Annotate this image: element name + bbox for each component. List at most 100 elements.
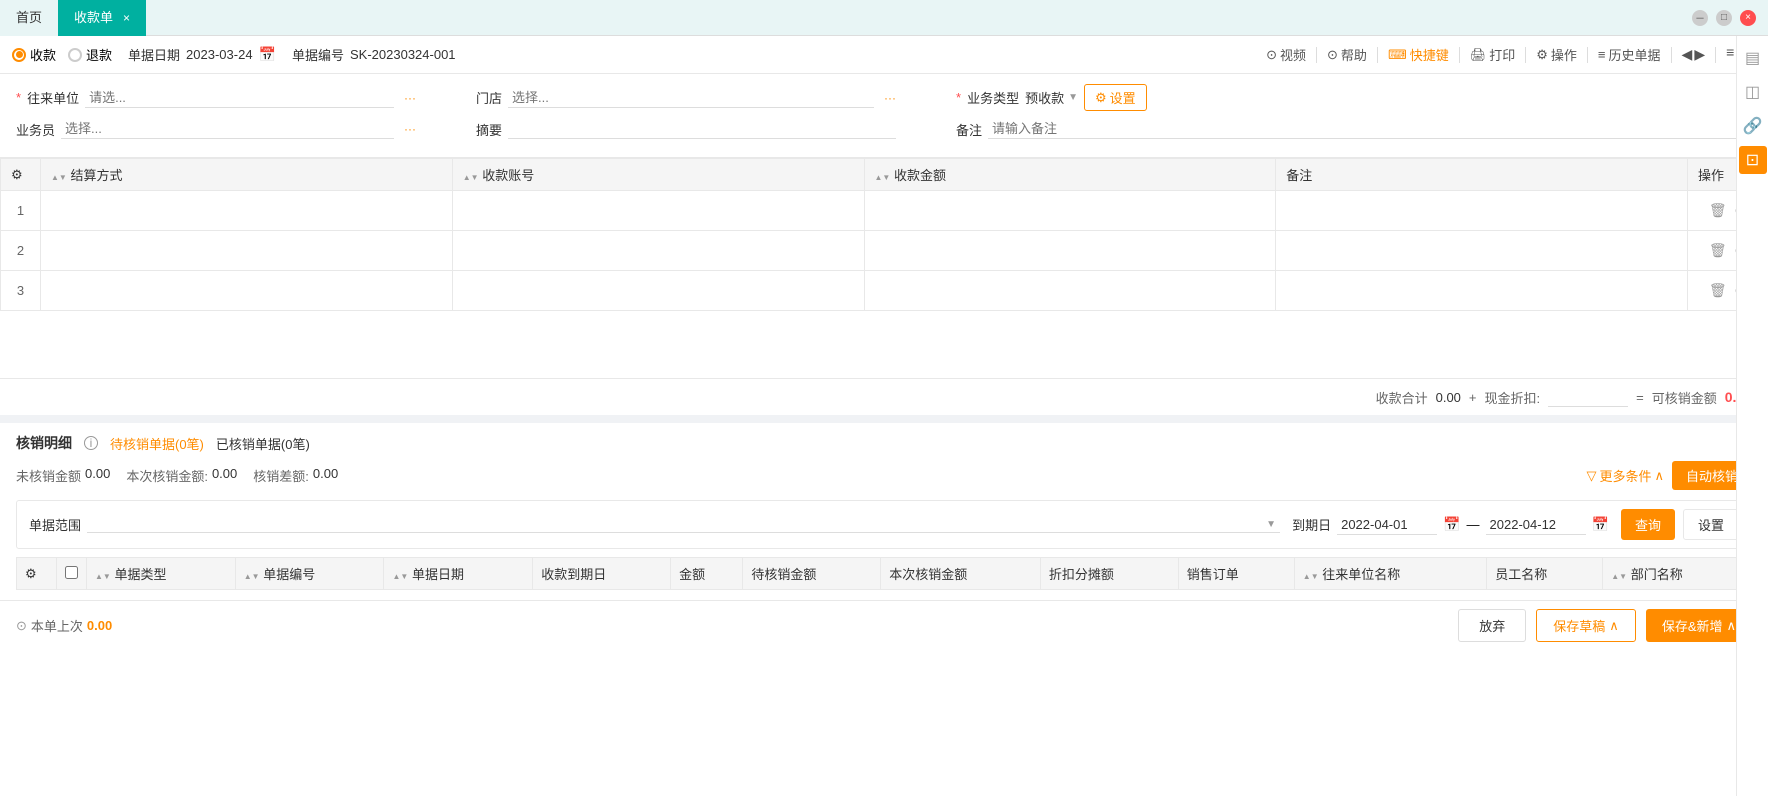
delete-row-3-btn[interactable]: 🗑 [1709, 282, 1727, 298]
date-value: 2023-03-24 [186, 47, 253, 62]
note-3[interactable] [1276, 271, 1687, 310]
hexiao-info-icon[interactable]: i [84, 436, 98, 450]
account-3[interactable] [453, 271, 864, 310]
done-tab[interactable]: 已核销单据(0笔) [216, 434, 310, 453]
video-icon: ⊙ [1266, 47, 1277, 63]
bottom-col-sales-order: 销售订单 [1178, 558, 1294, 590]
refund-radio[interactable]: 退款 [68, 45, 112, 64]
bottom-col-partner: ▲▼ 往来单位名称 [1294, 558, 1486, 590]
main-content: 收款 退款 单据日期 2023-03-24 📅 单据编号 SK-20230324… [0, 36, 1768, 796]
right-sidebar: ▤ ◫ 🔗 ⊡ [1736, 36, 1768, 796]
amount-2[interactable] [865, 231, 1276, 270]
store-field: 门店 ··· [476, 88, 896, 108]
date-to-calendar-icon[interactable]: 📅 [1592, 516, 1609, 533]
hexiao-header: 核销明细 i 待核销单据(0笔) 已核销单据(0笔) [16, 433, 1752, 453]
sidebar-icon-3[interactable]: 🔗 [1739, 112, 1767, 140]
note-1[interactable] [1276, 191, 1687, 230]
date-from-calendar-icon[interactable]: 📅 [1443, 516, 1460, 533]
store-more-btn[interactable]: ··· [884, 91, 896, 105]
bill-number-value: SK-20230324-001 [350, 47, 456, 62]
help-icon: ⊙ [1327, 47, 1338, 63]
delete-row-1-btn[interactable]: 🗑 [1709, 202, 1727, 218]
nav-prev-btn[interactable]: ◀ [1682, 46, 1693, 63]
settlement-1[interactable] [41, 191, 452, 230]
receipt-radio[interactable]: 收款 [12, 45, 56, 64]
date-to-input[interactable] [1486, 515, 1586, 535]
date-calendar-icon[interactable]: 📅 [259, 46, 276, 63]
amount-1[interactable] [865, 191, 1276, 230]
bill-range-select[interactable]: ▼ [87, 517, 1280, 533]
help-btn[interactable]: ⊙ 帮助 [1327, 45, 1367, 64]
summary-row: 收款合计 0.00 + 现金折扣: = 可核销金额 0.00 [0, 378, 1768, 415]
store-input[interactable] [508, 88, 874, 108]
bottom-col-checkbox [57, 558, 87, 590]
print-icon: 🖨 [1470, 47, 1487, 63]
date-range-field: 到期日 📅 — 📅 [1292, 515, 1609, 535]
bottom-col-staff: 员工名称 [1487, 558, 1603, 590]
tab-home[interactable]: 首页 [0, 0, 58, 36]
note-field: 备注 [956, 119, 1752, 139]
staff-more-btn[interactable]: ··· [404, 122, 416, 136]
tab-receipt[interactable]: 收款单 × [58, 0, 146, 36]
operation-btn[interactable]: ⚙ 操作 [1536, 45, 1577, 64]
sidebar-icon-2[interactable]: ◫ [1739, 78, 1767, 106]
col-settlement: ▲▼ 结算方式 [41, 159, 453, 191]
partner-field: * 往来单位 ··· [16, 88, 416, 108]
print-btn[interactable]: 🖨 打印 [1470, 45, 1516, 64]
bottom-col-pending: 待核销金额 [743, 558, 881, 590]
history-btn[interactable]: ≡ 历史单据 [1598, 45, 1661, 64]
nav-next-btn[interactable]: ▶ [1694, 46, 1705, 63]
save-draft-chevron: ∧ [1609, 618, 1619, 634]
staff-input[interactable] [61, 119, 394, 139]
number-field-group: 单据编号 SK-20230324-001 [292, 45, 456, 64]
note-2[interactable] [1276, 231, 1687, 270]
col-gear[interactable]: ⚙ [1, 159, 41, 191]
tab-close-icon[interactable]: × [123, 0, 130, 36]
operation-icon: ⚙ [1536, 47, 1548, 63]
layout-list-btn[interactable]: ≡ [1726, 44, 1734, 65]
abandon-btn[interactable]: 放弃 [1458, 609, 1526, 642]
shortcut-btn[interactable]: ⌨ 快捷键 [1388, 45, 1449, 64]
col-account: ▲▼ 收款账号 [452, 159, 864, 191]
pending-tab[interactable]: 待核销单据(0笔) [110, 434, 204, 453]
window-maximize-btn[interactable]: □ [1716, 10, 1732, 26]
settings-btn[interactable]: ⚙ 设置 [1084, 84, 1147, 111]
window-controls: － □ × [1680, 10, 1768, 26]
sidebar-icon-4[interactable]: ⊡ [1739, 146, 1767, 174]
account-2[interactable] [453, 231, 864, 270]
filter-settings-btn[interactable]: 设置 [1683, 509, 1739, 540]
select-all-checkbox[interactable] [65, 566, 78, 579]
discount-input[interactable] [1548, 387, 1628, 407]
footer-right: 放弃 保存草稿 ∧ 保存&新增 ∧ [1458, 609, 1752, 642]
partner-more-btn[interactable]: ··· [404, 91, 416, 105]
date-from-input[interactable] [1337, 515, 1437, 535]
bottom-col-current: 本次核销金额 [881, 558, 1041, 590]
hexiao-stats: 未核销金额 0.00 本次核销金额: 0.00 核销差额: 0.00 ▽ 更多条… [16, 461, 1752, 490]
video-btn[interactable]: ⊙ 视频 [1266, 45, 1306, 64]
bottom-table-area: ⚙ ▲▼ 单据类型 ▲▼ 单据编号 ▲▼ [16, 557, 1752, 590]
more-conditions-btn[interactable]: ▽ 更多条件 ∧ [1586, 466, 1664, 485]
save-new-chevron: ∧ [1726, 618, 1736, 634]
business-type-select[interactable]: 预收款 ▼ [1025, 88, 1078, 107]
bottom-col-discount: 折扣分摊额 [1040, 558, 1178, 590]
partner-input[interactable] [85, 88, 394, 108]
settlement-2[interactable] [41, 231, 452, 270]
bottom-col-dept: ▲▼ 部门名称 [1603, 558, 1752, 590]
window-close-btn[interactable]: × [1740, 10, 1756, 26]
delete-row-2-btn[interactable]: 🗑 [1709, 242, 1727, 258]
table-row: 2 🗑 ⊕ [1, 231, 1768, 271]
settlement-3[interactable] [41, 271, 452, 310]
form-row-2: 业务员 ··· 摘要 备注 [16, 119, 1752, 139]
account-1[interactable] [453, 191, 864, 230]
footer-info-icon[interactable]: ⊙ [16, 618, 27, 634]
filter-row: 单据范围 ▼ 到期日 📅 — 📅 查询 设置 [16, 500, 1752, 549]
save-draft-btn[interactable]: 保存草稿 ∧ [1536, 609, 1636, 642]
summary-input[interactable] [508, 119, 896, 139]
sidebar-icon-1[interactable]: ▤ [1739, 44, 1767, 72]
query-btn[interactable]: 查询 [1621, 509, 1675, 540]
amount-3[interactable] [865, 271, 1276, 310]
note-input[interactable] [988, 119, 1752, 139]
bottom-col-amount: 金额 [671, 558, 743, 590]
bottom-col-gear[interactable]: ⚙ [17, 558, 57, 590]
window-minimize-btn[interactable]: － [1692, 10, 1708, 26]
